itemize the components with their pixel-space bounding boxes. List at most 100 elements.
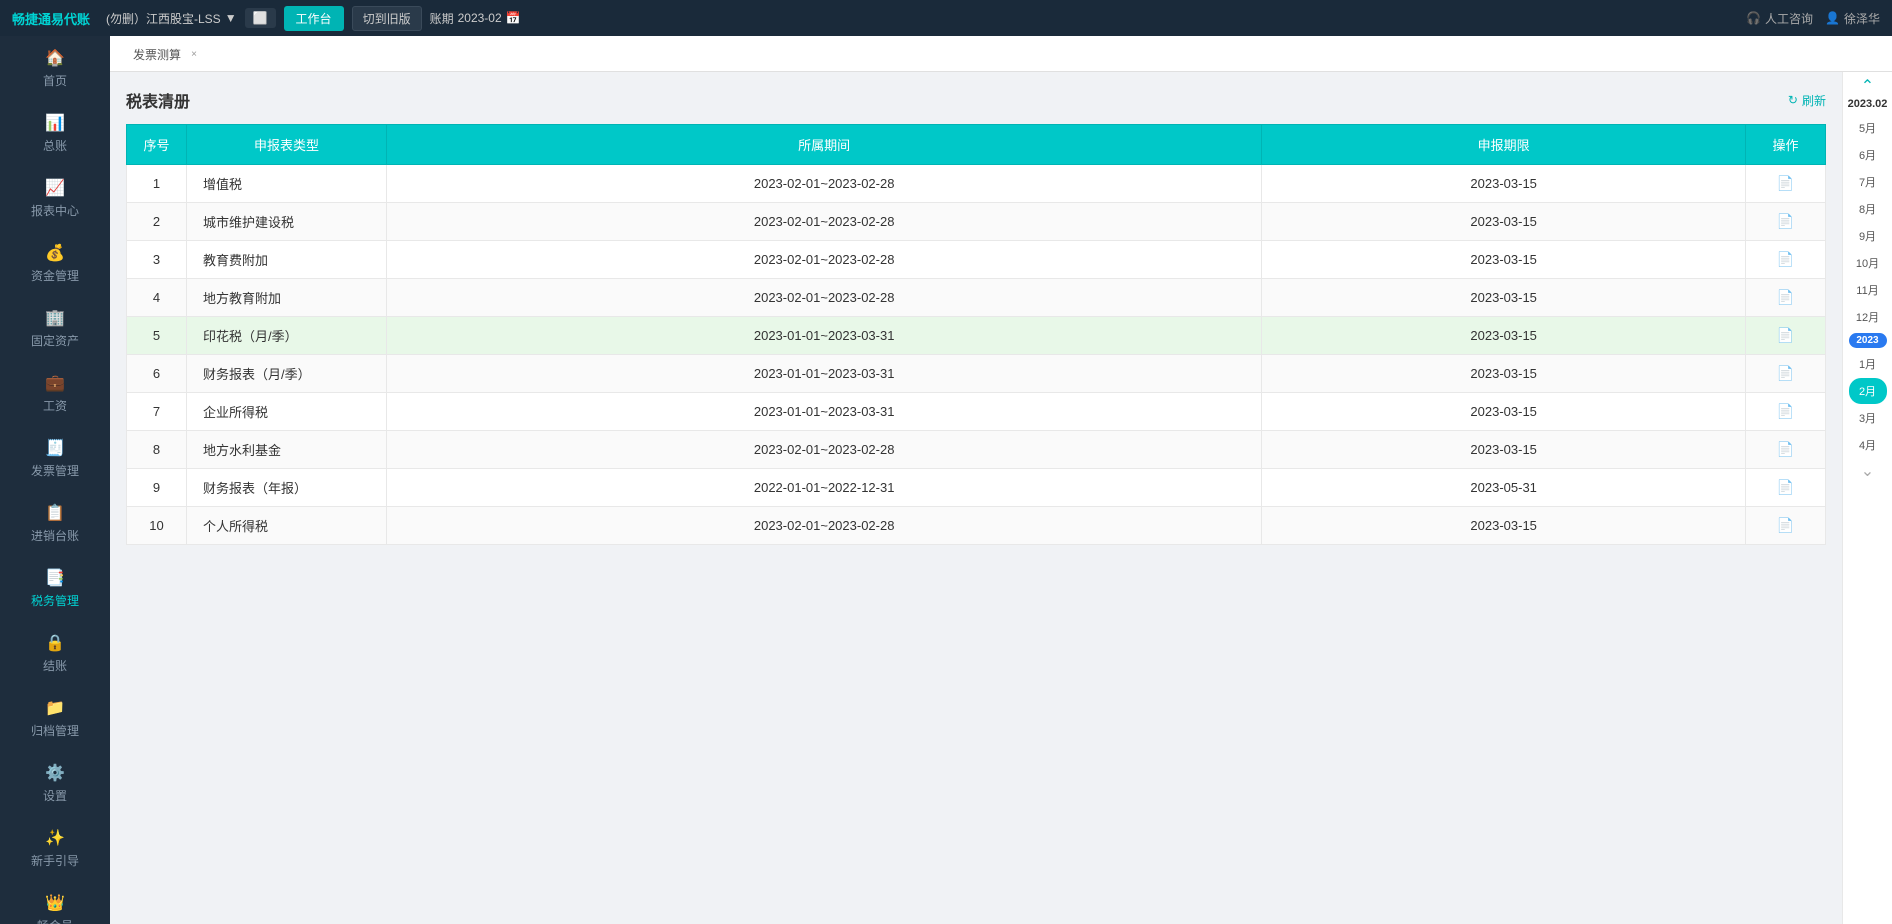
tab-bar: 首页工资表×工资统计报表×发票×发票测算×发票开具×进销稽核×进销台账×税表清册… xyxy=(110,36,1892,72)
view-icon[interactable]: 📄 xyxy=(1777,441,1794,457)
tab-invoice_calc[interactable]: 发票测算× xyxy=(118,39,240,69)
cell-period: 2023-02-01~2023-02-28 xyxy=(387,279,1262,317)
view-icon[interactable]: 📄 xyxy=(1777,289,1794,305)
company-selector[interactable]: (勿删）江西股宝-LSS ▼ xyxy=(106,10,237,27)
cell-type: 个人所得税 xyxy=(187,507,387,545)
cell-deadline: 2023-03-15 xyxy=(1262,431,1746,469)
cell-action[interactable]: 📄 xyxy=(1746,279,1826,317)
sidebar-item-label: 新手引导 xyxy=(31,852,79,869)
sidebar-item-home[interactable]: 🏠 首页 xyxy=(0,36,110,101)
view-icon[interactable]: 📄 xyxy=(1777,327,1794,343)
cell-action[interactable]: 📄 xyxy=(1746,469,1826,507)
table-row: 4 地方教育附加 2023-02-01~2023-02-28 2023-03-1… xyxy=(127,279,1826,317)
sidebar-item-salary[interactable]: 💼 工资 xyxy=(0,361,110,426)
cell-action[interactable]: 📄 xyxy=(1746,507,1826,545)
sidebar-item-settings[interactable]: ⚙️ 设置 xyxy=(0,751,110,816)
cell-action[interactable]: 📄 xyxy=(1746,317,1826,355)
salary-icon: 💼 xyxy=(45,373,65,393)
sidebar-item-purchase[interactable]: 📋 进销台账 xyxy=(0,491,110,556)
cal-month-6月[interactable]: 6月 xyxy=(1849,142,1887,168)
cal-month-4月[interactable]: 4月 xyxy=(1849,432,1887,458)
cell-deadline: 2023-03-15 xyxy=(1262,393,1746,431)
year-label-top: 2023.02 xyxy=(1848,98,1888,110)
cell-action[interactable]: 📄 xyxy=(1746,355,1826,393)
view-icon[interactable]: 📄 xyxy=(1777,175,1794,191)
refresh-button[interactable]: ↻ 刷新 xyxy=(1788,92,1826,109)
cell-type: 地方教育附加 xyxy=(187,279,387,317)
cal-month-1月[interactable]: 1月 xyxy=(1849,351,1887,377)
cell-action[interactable]: 📄 xyxy=(1746,203,1826,241)
cal-month-8月[interactable]: 8月 xyxy=(1849,196,1887,222)
cell-action[interactable]: 📄 xyxy=(1746,431,1826,469)
cell-action[interactable]: 📄 xyxy=(1746,241,1826,279)
cal-month-3月[interactable]: 3月 xyxy=(1849,405,1887,431)
view-icon[interactable]: 📄 xyxy=(1777,365,1794,381)
cal-month-2月[interactable]: 2月 xyxy=(1849,378,1887,404)
content-area: 首页工资表×工资统计报表×发票×发票测算×发票开具×进销稽核×进销台账×税表清册… xyxy=(110,36,1892,924)
help-button[interactable]: 🎧 人工咨询 xyxy=(1746,10,1813,27)
cell-deadline: 2023-03-15 xyxy=(1262,241,1746,279)
cell-period: 2022-01-01~2022-12-31 xyxy=(387,469,1262,507)
view-icon[interactable]: 📄 xyxy=(1777,251,1794,267)
cell-seq: 8 xyxy=(127,431,187,469)
copy-icon-btn[interactable]: ⬜ xyxy=(245,8,276,28)
sidebar-item-funds[interactable]: 💰 资金管理 xyxy=(0,231,110,296)
col-period: 所属期间 xyxy=(387,125,1262,165)
sidebar-item-label: 设置 xyxy=(43,787,67,804)
scroll-down-icon[interactable]: ⌄ xyxy=(1861,461,1874,481)
sidebar-item-close[interactable]: 🔒 结账 xyxy=(0,621,110,686)
cal-month-5月[interactable]: 5月 xyxy=(1849,115,1887,141)
table-row: 9 财务报表（年报） 2022-01-01~2022-12-31 2023-05… xyxy=(127,469,1826,507)
tab-close-icon[interactable]: × xyxy=(187,47,201,61)
user-menu[interactable]: 👤 徐泽华 xyxy=(1825,10,1880,27)
cell-deadline: 2023-05-31 xyxy=(1262,469,1746,507)
cell-action[interactable]: 📄 xyxy=(1746,165,1826,203)
vip-icon: 👑 xyxy=(45,893,65,913)
cell-period: 2023-01-01~2023-03-31 xyxy=(387,317,1262,355)
sidebar-item-report[interactable]: 📈 报表中心 xyxy=(0,166,110,231)
sidebar-items: 🏠 首页 📊 总账 📈 报表中心 💰 资金管理 🏢 固定资产 💼 工资 🧾 发票… xyxy=(0,36,110,924)
refresh-icon: ↻ xyxy=(1788,93,1798,107)
scroll-up-icon[interactable]: ⌃ xyxy=(1861,76,1874,96)
col-action: 操作 xyxy=(1746,125,1826,165)
cal-month-12月[interactable]: 12月 xyxy=(1849,304,1887,330)
top-bar-right: 🎧 人工咨询 👤 徐泽华 xyxy=(1746,10,1880,27)
cell-seq: 7 xyxy=(127,393,187,431)
view-icon[interactable]: 📄 xyxy=(1777,517,1794,533)
view-icon[interactable]: 📄 xyxy=(1777,403,1794,419)
funds-icon: 💰 xyxy=(45,243,65,263)
workbench-button[interactable]: 工作台 xyxy=(284,6,344,31)
cal-year-2023[interactable]: 2023 xyxy=(1849,333,1887,348)
cal-items: 5月6月7月8月9月10月11月12月 2023 1月2月3月4月 xyxy=(1849,114,1887,459)
sidebar-item-label: 固定资产 xyxy=(31,332,79,349)
view-icon[interactable]: 📄 xyxy=(1777,213,1794,229)
cal-month-7月[interactable]: 7月 xyxy=(1849,169,1887,195)
sidebar-item-label: 总账 xyxy=(43,137,67,154)
sidebar-item-label: 归档管理 xyxy=(31,722,79,739)
sidebar-item-label: 进销台账 xyxy=(31,527,79,544)
col-seq: 序号 xyxy=(127,125,187,165)
sidebar: 🏠 首页 📊 总账 📈 报表中心 💰 资金管理 🏢 固定资产 💼 工资 🧾 发票… xyxy=(0,36,110,924)
cal-month-9月[interactable]: 9月 xyxy=(1849,223,1887,249)
headset-icon: 🎧 xyxy=(1746,11,1761,25)
sidebar-item-archive[interactable]: 📁 归档管理 xyxy=(0,686,110,751)
sidebar-item-ledger[interactable]: 📊 总账 xyxy=(0,101,110,166)
cal-month-11月[interactable]: 11月 xyxy=(1849,277,1887,303)
cell-period: 2023-01-01~2023-03-31 xyxy=(387,393,1262,431)
sidebar-item-assets[interactable]: 🏢 固定资产 xyxy=(0,296,110,361)
page-header: 税表清册 ↻ 刷新 xyxy=(126,88,1826,112)
cal-month-10月[interactable]: 10月 xyxy=(1849,250,1887,276)
col-deadline: 申报期限 xyxy=(1262,125,1746,165)
view-icon[interactable]: 📄 xyxy=(1777,479,1794,495)
calendar-icon[interactable]: 📅 xyxy=(506,11,521,25)
table-row: 7 企业所得税 2023-01-01~2023-03-31 2023-03-15… xyxy=(127,393,1826,431)
page-content: 税表清册 ↻ 刷新 序号 申报表类型 所属期间 申报期限 操作 xyxy=(110,72,1842,924)
sidebar-item-guide[interactable]: ✨ 新手引导 xyxy=(0,816,110,881)
sidebar-item-invoice[interactable]: 🧾 发票管理 xyxy=(0,426,110,491)
sidebar-item-label: 资金管理 xyxy=(31,267,79,284)
sidebar-item-vip[interactable]: 👑 畅会员 xyxy=(0,881,110,924)
sidebar-item-tax[interactable]: 📑 税务管理 xyxy=(0,556,110,621)
col-type: 申报表类型 xyxy=(187,125,387,165)
switch-old-button[interactable]: 切到旧版 xyxy=(352,6,422,31)
cell-action[interactable]: 📄 xyxy=(1746,393,1826,431)
